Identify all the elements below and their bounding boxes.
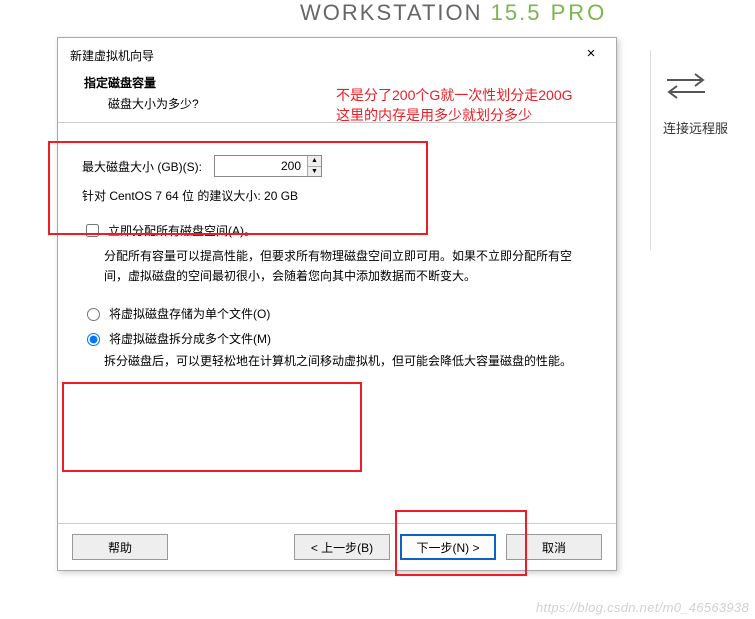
close-button[interactable]: × bbox=[576, 46, 606, 64]
allocate-now-checkbox[interactable] bbox=[86, 224, 99, 237]
new-vm-wizard-dialog: 新建虚拟机向导 × 指定磁盘容量 磁盘大小为多少? 最大磁盘大小 (GB)(S)… bbox=[57, 37, 617, 571]
store-single-label: 将虚拟磁盘存储为单个文件(O) bbox=[109, 305, 270, 322]
button-bar: 帮助 < 上一步(B) 下一步(N) > 取消 bbox=[58, 523, 616, 570]
connect-remote-icon[interactable] bbox=[663, 70, 709, 102]
spin-down-icon[interactable]: ▼ bbox=[308, 167, 321, 177]
disk-size-label: 最大磁盘大小 (GB)(S): bbox=[82, 158, 202, 175]
disk-size-spinner[interactable]: ▲ ▼ bbox=[214, 155, 322, 177]
dialog-subheading: 磁盘大小为多少? bbox=[84, 91, 596, 112]
back-button[interactable]: < 上一步(B) bbox=[294, 534, 390, 560]
store-multi-radio[interactable] bbox=[87, 333, 100, 346]
recommended-size-text: 针对 CentOS 7 64 位 的建议大小: 20 GB bbox=[82, 187, 592, 204]
allocate-now-label: 立即分配所有磁盘空间(A)。 bbox=[108, 222, 256, 239]
dialog-header: 指定磁盘容量 磁盘大小为多少? bbox=[58, 70, 616, 123]
store-single-radio[interactable] bbox=[87, 308, 100, 321]
side-panel: 连接远程服 bbox=[650, 50, 755, 250]
connect-remote-label[interactable]: 连接远程服 bbox=[663, 118, 755, 137]
allocate-now-description: 分配所有容量可以提高性能，但要求所有物理磁盘空间立即可用。如果不立即分配所有空间… bbox=[82, 244, 592, 297]
spin-up-icon[interactable]: ▲ bbox=[308, 156, 321, 167]
disk-size-input[interactable] bbox=[215, 156, 307, 176]
dialog-title: 新建虚拟机向导 bbox=[70, 47, 576, 64]
watermark-text: https://blog.csdn.net/m0_46563938 bbox=[536, 600, 749, 615]
dialog-heading: 指定磁盘容量 bbox=[84, 74, 596, 91]
store-multi-label: 将虚拟磁盘拆分成多个文件(M) bbox=[109, 330, 271, 347]
next-button[interactable]: 下一步(N) > bbox=[400, 534, 496, 560]
cancel-button[interactable]: 取消 bbox=[506, 534, 602, 560]
app-title: WORKSTATION 15.5 PRO bbox=[300, 0, 607, 26]
store-multi-description: 拆分磁盘后，可以更轻松地在计算机之间移动虚拟机，但可能会降低大容量磁盘的性能。 bbox=[82, 349, 592, 381]
help-button[interactable]: 帮助 bbox=[72, 534, 168, 560]
